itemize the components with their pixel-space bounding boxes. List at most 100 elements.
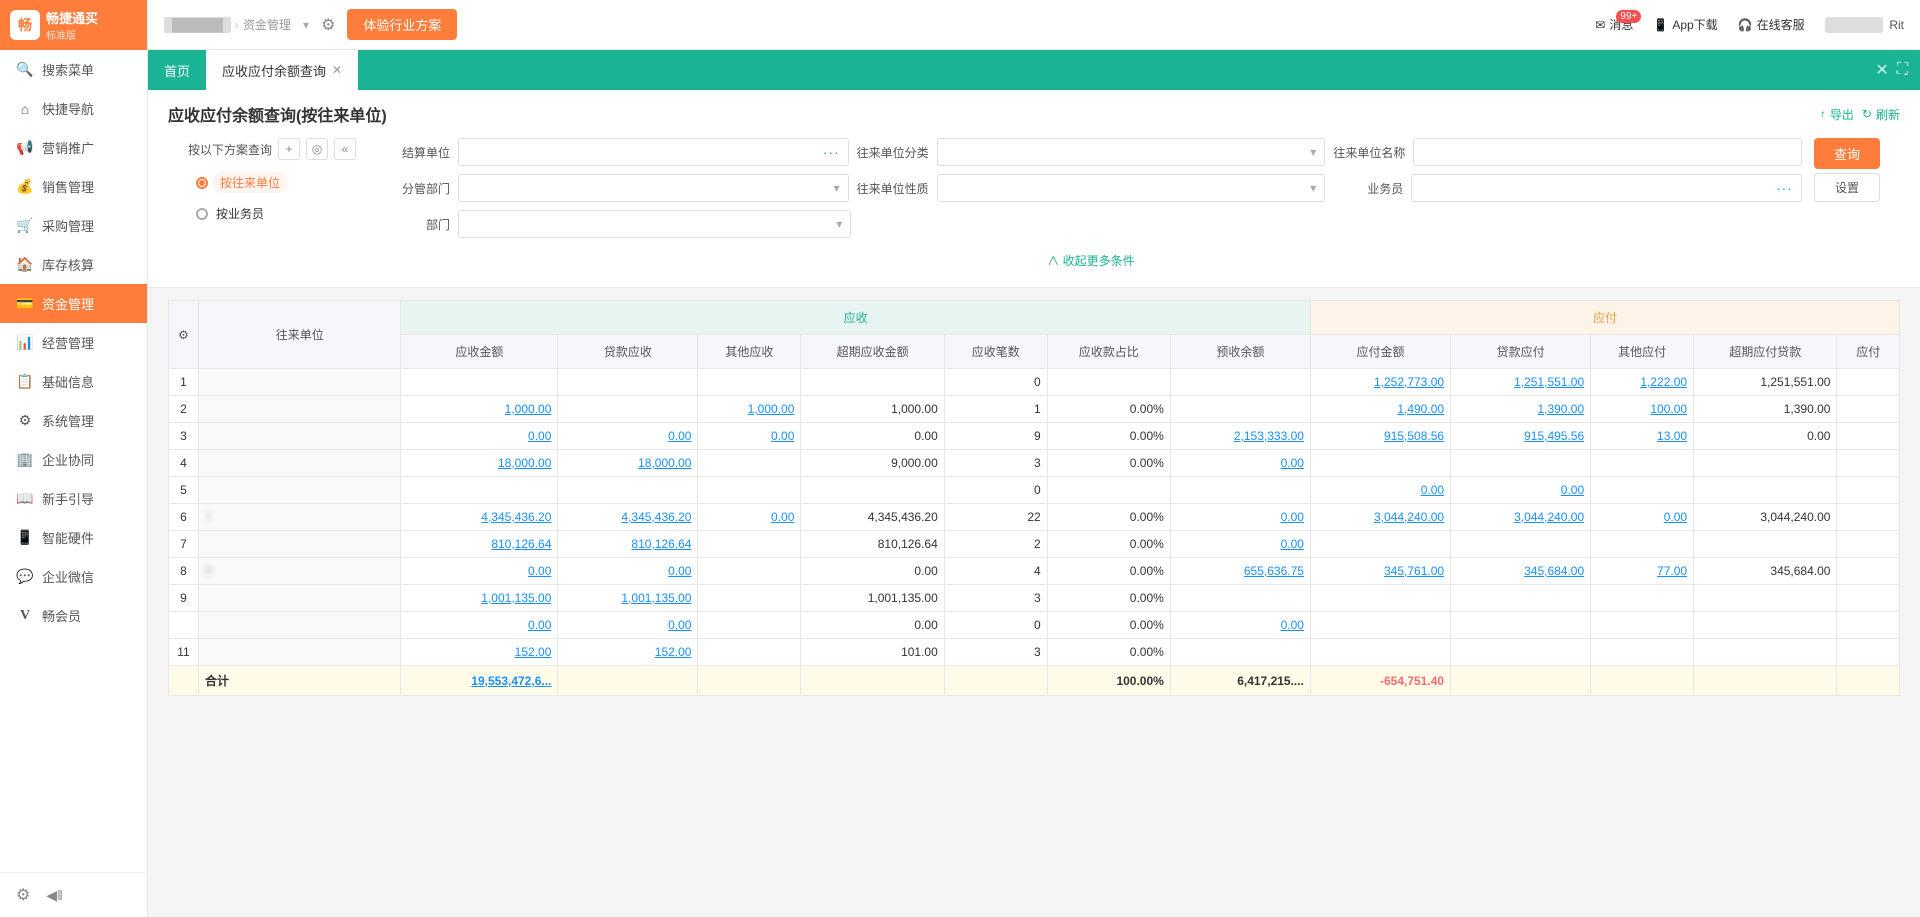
ar-other-cell[interactable]: 1,000.00 [698,396,801,423]
ap-loan-cell[interactable]: 1,390.00 [1451,396,1591,423]
ap-amount-cell[interactable]: 0.00 [1310,477,1450,504]
sidebar-item-basic[interactable]: 📋 基础信息 [0,362,147,401]
ap-other-cell[interactable]: 13.00 [1591,423,1694,450]
topbar-dropdown-arrow[interactable]: ▾ [303,18,309,32]
solution-button[interactable]: 体验行业方案 [347,9,457,40]
sidebar-item-hardware[interactable]: 📱 智能硬件 [0,518,147,557]
unit-category-input[interactable]: ▾ [937,138,1326,166]
ap-loan-cell[interactable]: 1,251,551.00 [1451,369,1591,396]
ap-loan-cell[interactable]: 345,684.00 [1451,558,1591,585]
user-menu[interactable]: ████ Rit [1825,18,1904,32]
message-button[interactable]: ✉ 消息 99+ [1595,16,1633,33]
setting-button[interactable]: 设置 [1814,173,1880,202]
ar-loan-cell[interactable]: 0.00 [558,558,698,585]
row-num: 5 [169,477,199,504]
ar-prepay-cell[interactable]: 0.00 [1170,504,1310,531]
collapse-filter-button[interactable]: ∧ 收起更多条件 [380,246,1802,275]
unit-nature-label: 往来单位性质 [857,180,929,197]
collapse-icon[interactable]: ◀‖ [46,887,63,904]
app-download-button[interactable]: 📱 App下载 [1653,16,1717,33]
ap-other-cell[interactable]: 77.00 [1591,558,1694,585]
ar-loan-cell[interactable]: 1,001,135.00 [558,585,698,612]
service-icon: 🎧 [1738,18,1753,32]
sidebar-item-fund[interactable]: 💳 资金管理 [0,284,147,323]
filter-field-unit-category: 往来单位分类 ▾ [857,138,1326,166]
ar-loan-cell[interactable]: 152.00 [558,639,698,666]
tab-home[interactable]: 首页 [148,50,206,90]
ar-amount-cell[interactable]: 152.00 [401,639,558,666]
ap-loan-cell[interactable]: 3,044,240.00 [1451,504,1591,531]
sidebar-item-newbie[interactable]: 📖 新手引导 [0,479,147,518]
unit-name-input[interactable] [1413,138,1802,166]
unit-nature-input[interactable]: ▾ [937,174,1326,202]
tab-ar-ap[interactable]: 应收应付余额查询 ✕ [206,50,358,90]
close-window-icon[interactable]: ✕ [1875,60,1888,80]
ar-amount-cell[interactable]: 18,000.00 [401,450,558,477]
ap-other-header: 其他应付 [1591,335,1694,369]
ar-prepay-cell[interactable]: 2,153,333.00 [1170,423,1310,450]
ap-amount-cell[interactable]: 345,761.00 [1310,558,1450,585]
sidebar-item-sales[interactable]: 💰 销售管理 [0,167,147,206]
ap-amount-cell[interactable]: 3,044,240.00 [1310,504,1450,531]
settings-icon[interactable]: ⚙ [16,885,30,905]
settlement-unit-input[interactable]: ··· [458,138,849,166]
ar-amount-cell[interactable]: 0.00 [401,423,558,450]
query-button[interactable]: 查询 [1814,138,1880,169]
ar-prepay-cell[interactable]: 655,636.75 [1170,558,1310,585]
ar-overdue-cell: 9,000.00 [801,450,944,477]
ar-amount-cell[interactable]: 0.00 [401,558,558,585]
ar-loan-cell[interactable]: 18,000.00 [558,450,698,477]
unit-name-label: 往来单位名称 [1333,144,1405,161]
unit-cell [199,612,401,639]
ar-amount-cell[interactable]: 1,000.00 [401,396,558,423]
export-button[interactable]: ↑ 导出 [1820,106,1854,123]
settings-col-header[interactable]: ⚙ [169,301,199,369]
ar-loan-cell[interactable]: 0.00 [558,423,698,450]
dept-mgr-input[interactable]: ▾ [458,174,849,202]
sidebar-item-member[interactable]: V 畅会员 [0,596,147,635]
sidebar-item-enterprise[interactable]: 🏢 企业协同 [0,440,147,479]
ap-amount-cell[interactable]: 1,490.00 [1310,396,1450,423]
sidebar-item-operation[interactable]: 📊 经营管理 [0,323,147,362]
tab-close-icon[interactable]: ✕ [332,63,342,77]
ap-other-cell[interactable]: 1,222.00 [1591,369,1694,396]
ap-amount-cell[interactable]: 915,508.56 [1310,423,1450,450]
ar-other-cell[interactable]: 0.00 [698,423,801,450]
ap-loan-cell[interactable]: 0.00 [1451,477,1591,504]
sidebar-item-marketing[interactable]: 📢 营销推广 [0,128,147,167]
ar-loan-cell[interactable]: 810,126.64 [558,531,698,558]
topbar-gear-icon[interactable]: ⚙ [321,15,335,35]
settings-scheme-button[interactable]: ◎ [306,138,328,160]
sidebar-item-purchase[interactable]: 🛒 采购管理 [0,206,147,245]
add-scheme-button[interactable]: + [278,138,300,160]
ap-amount-cell[interactable]: 1,252,773.00 [1310,369,1450,396]
ar-loan-cell[interactable]: 0.00 [558,612,698,639]
ar-amount-cell[interactable]: 4,345,436.20 [401,504,558,531]
online-service-button[interactable]: 🎧 在线客服 [1738,16,1805,33]
ap-other-cell[interactable]: 100.00 [1591,396,1694,423]
unit-cell [199,531,401,558]
ar-amount-cell[interactable]: 810,126.64 [401,531,558,558]
sidebar-item-system[interactable]: ⚙ 系统管理 [0,401,147,440]
sidebar-item-wechat[interactable]: 💬 企业微信 [0,557,147,596]
ar-prepay-cell[interactable]: 0.00 [1170,531,1310,558]
ap-loan-cell[interactable]: 915,495.56 [1451,423,1591,450]
scheme-by-staff[interactable]: 按业务员 [188,201,368,226]
table-area[interactable]: ⚙ 往来单位 应收 应付 应收金额 贷款应收 其他应收 超期应收金额 应收笔数 … [148,288,1920,917]
ap-other-cell[interactable]: 0.00 [1591,504,1694,531]
ar-loan-cell[interactable]: 4,345,436.20 [558,504,698,531]
sidebar-item-search[interactable]: 🔍 搜索菜单 [0,50,147,89]
sidebar-item-quick[interactable]: ⌂ 快捷导航 [0,89,147,128]
refresh-button[interactable]: ↻ 刷新 [1862,106,1900,123]
ar-other-cell[interactable]: 0.00 [698,504,801,531]
maximize-icon[interactable]: ⛶ [1897,61,1908,79]
salesperson-input[interactable]: ··· [1411,174,1802,202]
ar-amount-cell[interactable]: 0.00 [401,612,558,639]
ar-prepay-cell[interactable]: 0.00 [1170,612,1310,639]
ar-prepay-cell[interactable]: 0.00 [1170,450,1310,477]
sidebar-item-inventory[interactable]: 🏠 库存核算 [0,245,147,284]
ar-amount-cell[interactable]: 1,001,135.00 [401,585,558,612]
collapse-scheme-button[interactable]: « [334,138,356,160]
dept-input[interactable]: ▾ [458,210,851,238]
scheme-by-unit[interactable]: 按往来单位 [188,168,368,197]
